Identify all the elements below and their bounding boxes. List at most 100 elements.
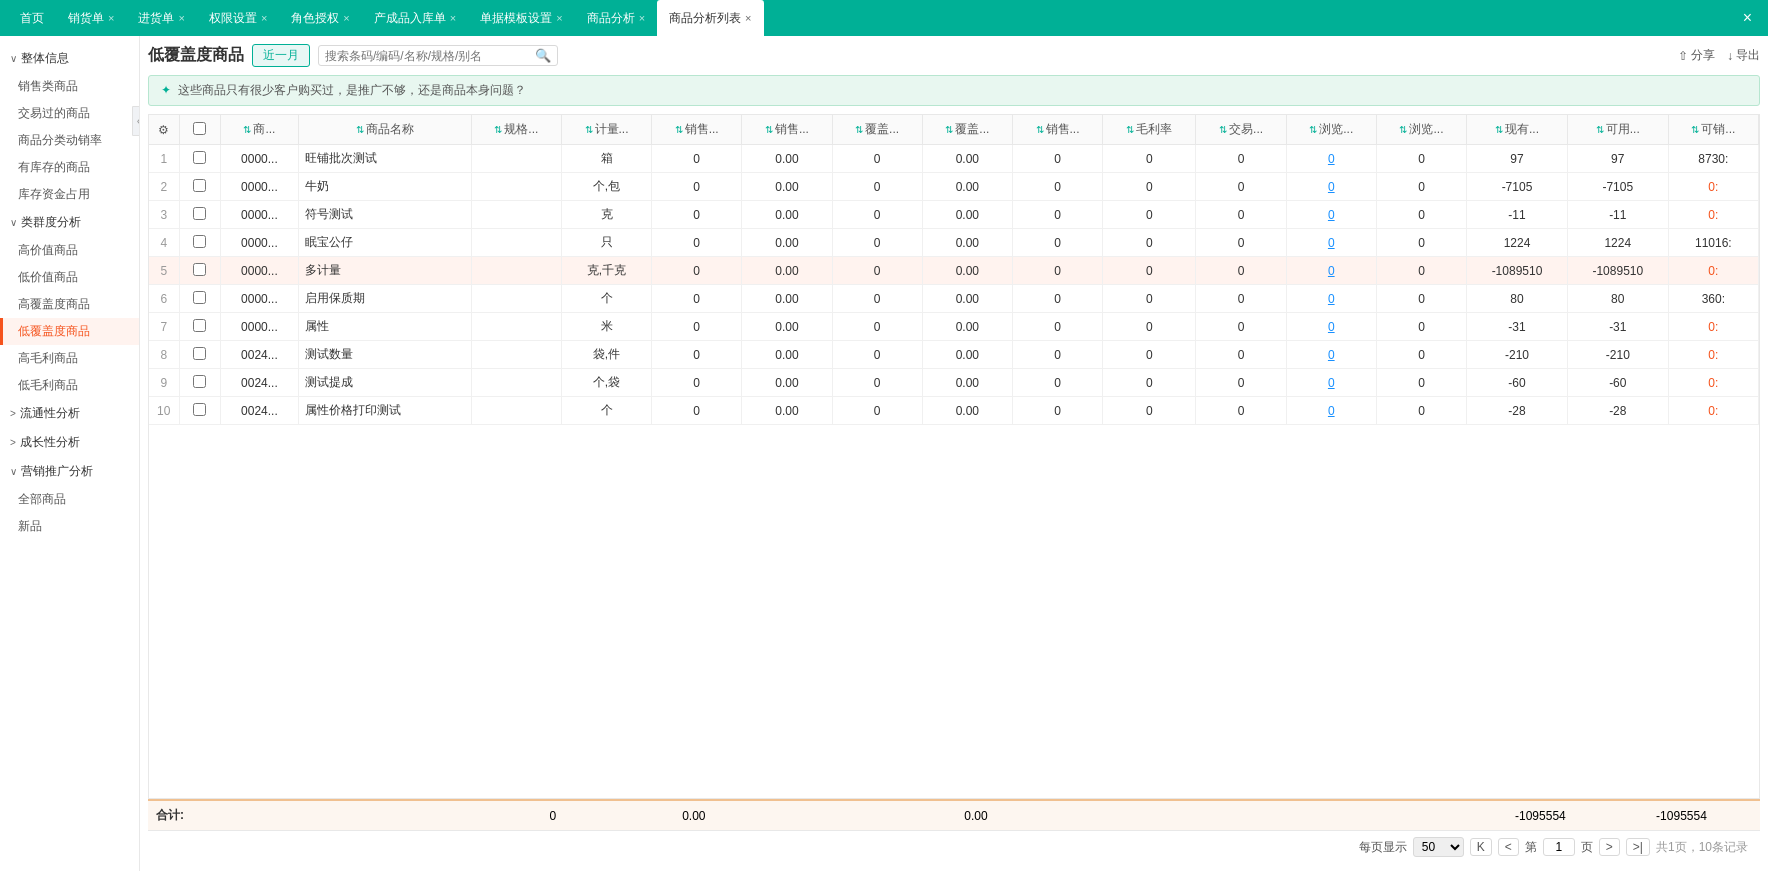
row-select-checkbox[interactable] <box>193 235 206 248</box>
row-view1[interactable]: 0 <box>1286 341 1376 369</box>
sidebar-item-in-stock[interactable]: 有库存的商品 <box>0 154 139 181</box>
row-select-checkbox[interactable] <box>193 375 206 388</box>
cover1-column-header[interactable]: ⇅覆盖... <box>832 115 922 145</box>
sales-amt-column-header[interactable]: ⇅销售... <box>742 115 832 145</box>
nav-close-sales[interactable]: × <box>108 12 114 24</box>
nav-close-permissions[interactable]: × <box>261 12 267 24</box>
nav-item-purchase[interactable]: 进货单 × <box>126 0 196 36</box>
row-view1[interactable]: 0 <box>1286 201 1376 229</box>
sidebar-item-sales-goods[interactable]: 销售类商品 <box>0 73 139 100</box>
nav-close-products[interactable]: × <box>450 12 456 24</box>
row-view1[interactable]: 0 <box>1286 145 1376 173</box>
sidebar-item-high-margin[interactable]: 高毛利商品 <box>0 345 139 372</box>
prev-page-button[interactable]: < <box>1498 838 1519 856</box>
row-checkbox[interactable] <box>179 397 220 425</box>
row-select-checkbox[interactable] <box>193 319 206 332</box>
sidebar-collapse-button[interactable]: « <box>132 106 140 136</box>
code-column-header[interactable]: ⇅商... <box>220 115 299 145</box>
row-view1[interactable]: 0 <box>1286 285 1376 313</box>
trade-column-header[interactable]: ⇅交易... <box>1196 115 1286 145</box>
nav-close-analysis-list[interactable]: × <box>745 12 751 24</box>
sidebar-item-high-coverage[interactable]: 高覆盖度商品 <box>0 291 139 318</box>
nav-close-analysis[interactable]: × <box>639 12 645 24</box>
row-view1[interactable]: 0 <box>1286 369 1376 397</box>
sidebar-item-category-rate[interactable]: 商品分类动销率 <box>0 127 139 154</box>
sales-days-column-header[interactable]: ⇅销售... <box>1012 115 1102 145</box>
sidebar-item-traded-goods[interactable]: 交易过的商品 <box>0 100 139 127</box>
row-view1[interactable]: 0 <box>1286 173 1376 201</box>
settings-column-header[interactable]: ⚙ <box>149 115 179 145</box>
nav-item-roles[interactable]: 角色授权 × <box>279 0 361 36</box>
page-input[interactable] <box>1543 838 1575 856</box>
last-page-button[interactable]: >| <box>1626 838 1650 856</box>
checkbox-column-header[interactable] <box>179 115 220 145</box>
sidebar-section-cluster[interactable]: ∨ 类群度分析 <box>0 208 139 237</box>
row-trade: 0 <box>1196 229 1286 257</box>
row-view1[interactable]: 0 <box>1286 313 1376 341</box>
nav-item-analysis-list[interactable]: 商品分析列表 × <box>657 0 763 36</box>
nav-item-home[interactable]: 首页 <box>8 0 56 36</box>
sidebar-section-liquidity[interactable]: > 流通性分析 <box>0 399 139 428</box>
row-view1[interactable]: 0 <box>1286 397 1376 425</box>
row-checkbox[interactable] <box>179 313 220 341</box>
search-icon[interactable]: 🔍 <box>535 48 551 63</box>
nav-item-permissions[interactable]: 权限设置 × <box>197 0 279 36</box>
row-checkbox[interactable] <box>179 173 220 201</box>
nav-item-templates[interactable]: 单据模板设置 × <box>468 0 574 36</box>
nav-close-purchase[interactable]: × <box>178 12 184 24</box>
row-select-checkbox[interactable] <box>193 291 206 304</box>
row-select-checkbox[interactable] <box>193 347 206 360</box>
select-all-checkbox[interactable] <box>193 122 206 135</box>
name-column-header[interactable]: ⇅商品名称 <box>299 115 471 145</box>
gross-margin-column-header[interactable]: ⇅毛利率 <box>1103 115 1196 145</box>
export-button[interactable]: ↓ 导出 <box>1727 47 1760 64</box>
filter-recent-month-button[interactable]: 近一月 <box>252 44 310 67</box>
view1-column-header[interactable]: ⇅浏览... <box>1286 115 1376 145</box>
row-select-checkbox[interactable] <box>193 207 206 220</box>
spec-column-header[interactable]: ⇅规格... <box>471 115 561 145</box>
first-page-button[interactable]: K <box>1470 838 1492 856</box>
next-page-button[interactable]: > <box>1599 838 1620 856</box>
row-select-checkbox[interactable] <box>193 151 206 164</box>
close-all-button[interactable]: × <box>1735 9 1760 27</box>
row-view1[interactable]: 0 <box>1286 229 1376 257</box>
available-qty-column-header[interactable]: ⇅可用... <box>1567 115 1668 145</box>
sidebar-item-high-value[interactable]: 高价值商品 <box>0 237 139 264</box>
row-select-checkbox[interactable] <box>193 403 206 416</box>
row-view1[interactable]: 0 <box>1286 257 1376 285</box>
row-checkbox[interactable] <box>179 145 220 173</box>
sales-qty-column-header[interactable]: ⇅销售... <box>652 115 742 145</box>
nav-item-analysis[interactable]: 商品分析 × <box>575 0 657 36</box>
unit-column-header[interactable]: ⇅计量... <box>561 115 651 145</box>
sidebar-item-new-goods[interactable]: 新品 <box>0 513 139 540</box>
sidebar-item-low-margin[interactable]: 低毛利商品 <box>0 372 139 399</box>
per-page-select[interactable]: 50 20 100 <box>1413 837 1464 857</box>
sidebar-item-all-goods[interactable]: 全部商品 <box>0 486 139 513</box>
row-select-checkbox[interactable] <box>193 263 206 276</box>
row-name: 属性价格打印测试 <box>299 397 471 425</box>
row-checkbox[interactable] <box>179 341 220 369</box>
sellable-column-header[interactable]: ⇅可销... <box>1668 115 1758 145</box>
sidebar-section-marketing[interactable]: ∨ 营销推广分析 <box>0 457 139 486</box>
row-checkbox[interactable] <box>179 285 220 313</box>
sidebar-section-overall[interactable]: ∨ 整体信息 <box>0 44 139 73</box>
sidebar-item-low-value[interactable]: 低价值商品 <box>0 264 139 291</box>
row-checkbox[interactable] <box>179 229 220 257</box>
nav-item-sales[interactable]: 销货单 × <box>56 0 126 36</box>
nav-close-roles[interactable]: × <box>343 12 349 24</box>
row-checkbox[interactable] <box>179 257 220 285</box>
nav-close-templates[interactable]: × <box>556 12 562 24</box>
sidebar-section-growth[interactable]: > 成长性分析 <box>0 428 139 457</box>
sidebar-item-inventory-capital[interactable]: 库存资金占用 <box>0 181 139 208</box>
row-checkbox[interactable] <box>179 201 220 229</box>
view2-column-header[interactable]: ⇅浏览... <box>1376 115 1466 145</box>
nav-item-products[interactable]: 产成品入库单 × <box>362 0 468 36</box>
sidebar-item-low-coverage[interactable]: 低覆盖度商品 <box>0 318 139 345</box>
search-input[interactable] <box>325 49 535 63</box>
cover2-column-header[interactable]: ⇅覆盖... <box>922 115 1012 145</box>
share-button[interactable]: ⇧ 分享 <box>1678 47 1715 64</box>
row-checkbox[interactable] <box>179 369 220 397</box>
row-select-checkbox[interactable] <box>193 179 206 192</box>
row-spec <box>471 397 561 425</box>
current-qty-column-header[interactable]: ⇅现有... <box>1467 115 1568 145</box>
